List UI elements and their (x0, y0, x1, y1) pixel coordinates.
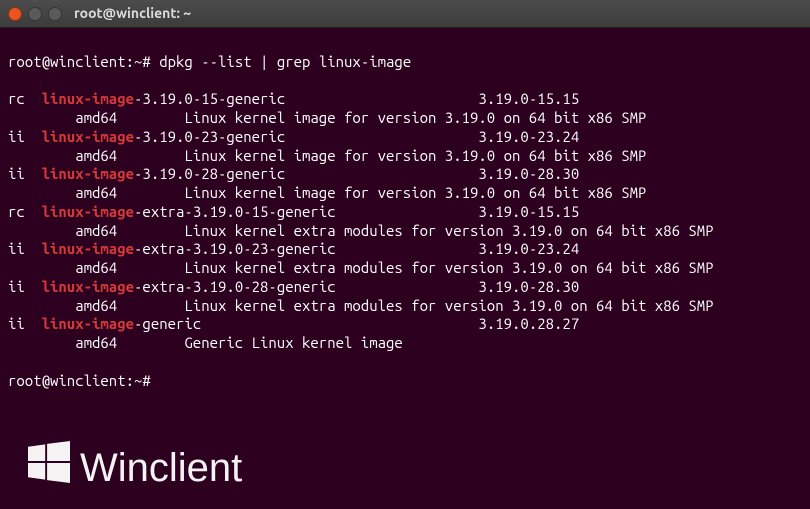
pkg-description: Linux kernel image for version 3.19.0 on… (117, 109, 646, 126)
output-line: amd64 Linux kernel image for version 3.1… (8, 184, 802, 203)
watermark: Winclient (28, 441, 242, 495)
watermark-text: Winclient (80, 443, 242, 493)
prompt-userhost: root@winclient (8, 372, 126, 389)
prompt-line: root@winclient:~# dpkg --list | grep lin… (8, 53, 802, 72)
output-line: rc linux-image-3.19.0-15-generic 3.19.0-… (8, 90, 802, 109)
pkg-description: Linux kernel extra modules for version 3… (117, 259, 713, 276)
pkg-description: Linux kernel image for version 3.19.0 on… (117, 184, 646, 201)
prompt-line: root@winclient:~# (8, 372, 802, 391)
output-line: amd64 Linux kernel image for version 3.1… (8, 147, 802, 166)
pkg-arch: amd64 (8, 222, 117, 239)
close-icon[interactable] (8, 7, 22, 21)
pkg-arch: amd64 (8, 109, 117, 126)
prompt-userhost: root@winclient (8, 53, 126, 70)
output-line: amd64 Linux kernel extra modules for ver… (8, 259, 802, 278)
prompt-path: :~# (126, 372, 151, 389)
window-controls (8, 7, 62, 21)
command-text: dpkg --list | grep linux-image (151, 53, 411, 70)
output-line: amd64 Generic Linux kernel image (8, 334, 802, 353)
pkg-arch: amd64 (8, 297, 117, 314)
pkg-description: Linux kernel extra modules for version 3… (117, 222, 713, 239)
pkg-name-highlight: linux-image (42, 128, 134, 145)
pkg-arch: amd64 (8, 147, 117, 164)
pkg-description: Linux kernel image for version 3.19.0 on… (117, 147, 646, 164)
pkg-name-highlight: linux-image (42, 240, 134, 257)
pkg-arch: amd64 (8, 334, 117, 351)
pkg-version: 3.19.0-23.24 (478, 240, 579, 257)
pkg-name-highlight: linux-image (42, 203, 134, 220)
minimize-icon[interactable] (28, 7, 42, 21)
output-line: amd64 Linux kernel extra modules for ver… (8, 297, 802, 316)
pkg-status: ii (8, 315, 42, 332)
pkg-version: 3.19.0-28.30 (478, 165, 579, 182)
pkg-arch: amd64 (8, 259, 117, 276)
window-title: root@winclient: ~ (74, 5, 191, 23)
pkg-name-suffix: -extra-3.19.0-23-generic (134, 240, 478, 257)
prompt-path: :~# (126, 53, 151, 70)
pkg-arch: amd64 (8, 184, 117, 201)
pkg-description: Generic Linux kernel image (117, 334, 403, 351)
pkg-version: 3.19.0-28.30 (478, 278, 579, 295)
output-line: amd64 Linux kernel extra modules for ver… (8, 222, 802, 241)
pkg-name-suffix: -extra-3.19.0-15-generic (134, 203, 478, 220)
pkg-version: 3.19.0-23.24 (478, 128, 579, 145)
terminal-output[interactable]: root@winclient:~# dpkg --list | grep lin… (0, 28, 810, 415)
pkg-status: ii (8, 240, 42, 257)
pkg-status: rc (8, 90, 42, 107)
pkg-name-suffix: -3.19.0-23-generic (134, 128, 478, 145)
pkg-name-highlight: linux-image (42, 90, 134, 107)
pkg-name-highlight: linux-image (42, 315, 134, 332)
pkg-status: rc (8, 203, 42, 220)
output-line: ii linux-image-extra-3.19.0-28-generic 3… (8, 278, 802, 297)
pkg-name-suffix: -3.19.0-15-generic (134, 90, 478, 107)
pkg-status: ii (8, 278, 42, 295)
pkg-name-suffix: -3.19.0-28-generic (134, 165, 478, 182)
pkg-version: 3.19.0.28.27 (478, 315, 579, 332)
pkg-version: 3.19.0-15.15 (478, 90, 579, 107)
pkg-name-suffix: -extra-3.19.0-28-generic (134, 278, 478, 295)
output-line: ii linux-image-extra-3.19.0-23-generic 3… (8, 240, 802, 259)
pkg-status: ii (8, 128, 42, 145)
output-line: ii linux-image-3.19.0-23-generic 3.19.0-… (8, 128, 802, 147)
output-line: rc linux-image-extra-3.19.0-15-generic 3… (8, 203, 802, 222)
pkg-description: Linux kernel extra modules for version 3… (117, 297, 713, 314)
windows-logo-icon (28, 441, 70, 495)
pkg-name-highlight: linux-image (42, 278, 134, 295)
pkg-status: ii (8, 165, 42, 182)
maximize-icon[interactable] (48, 7, 62, 21)
output-line: amd64 Linux kernel image for version 3.1… (8, 109, 802, 128)
titlebar: root@winclient: ~ (0, 0, 810, 28)
pkg-name-highlight: linux-image (42, 165, 134, 182)
output-line: ii linux-image-generic 3.19.0.28.27 (8, 315, 802, 334)
pkg-name-suffix: -generic (134, 315, 478, 332)
output-line: ii linux-image-3.19.0-28-generic 3.19.0-… (8, 165, 802, 184)
pkg-version: 3.19.0-15.15 (478, 203, 579, 220)
